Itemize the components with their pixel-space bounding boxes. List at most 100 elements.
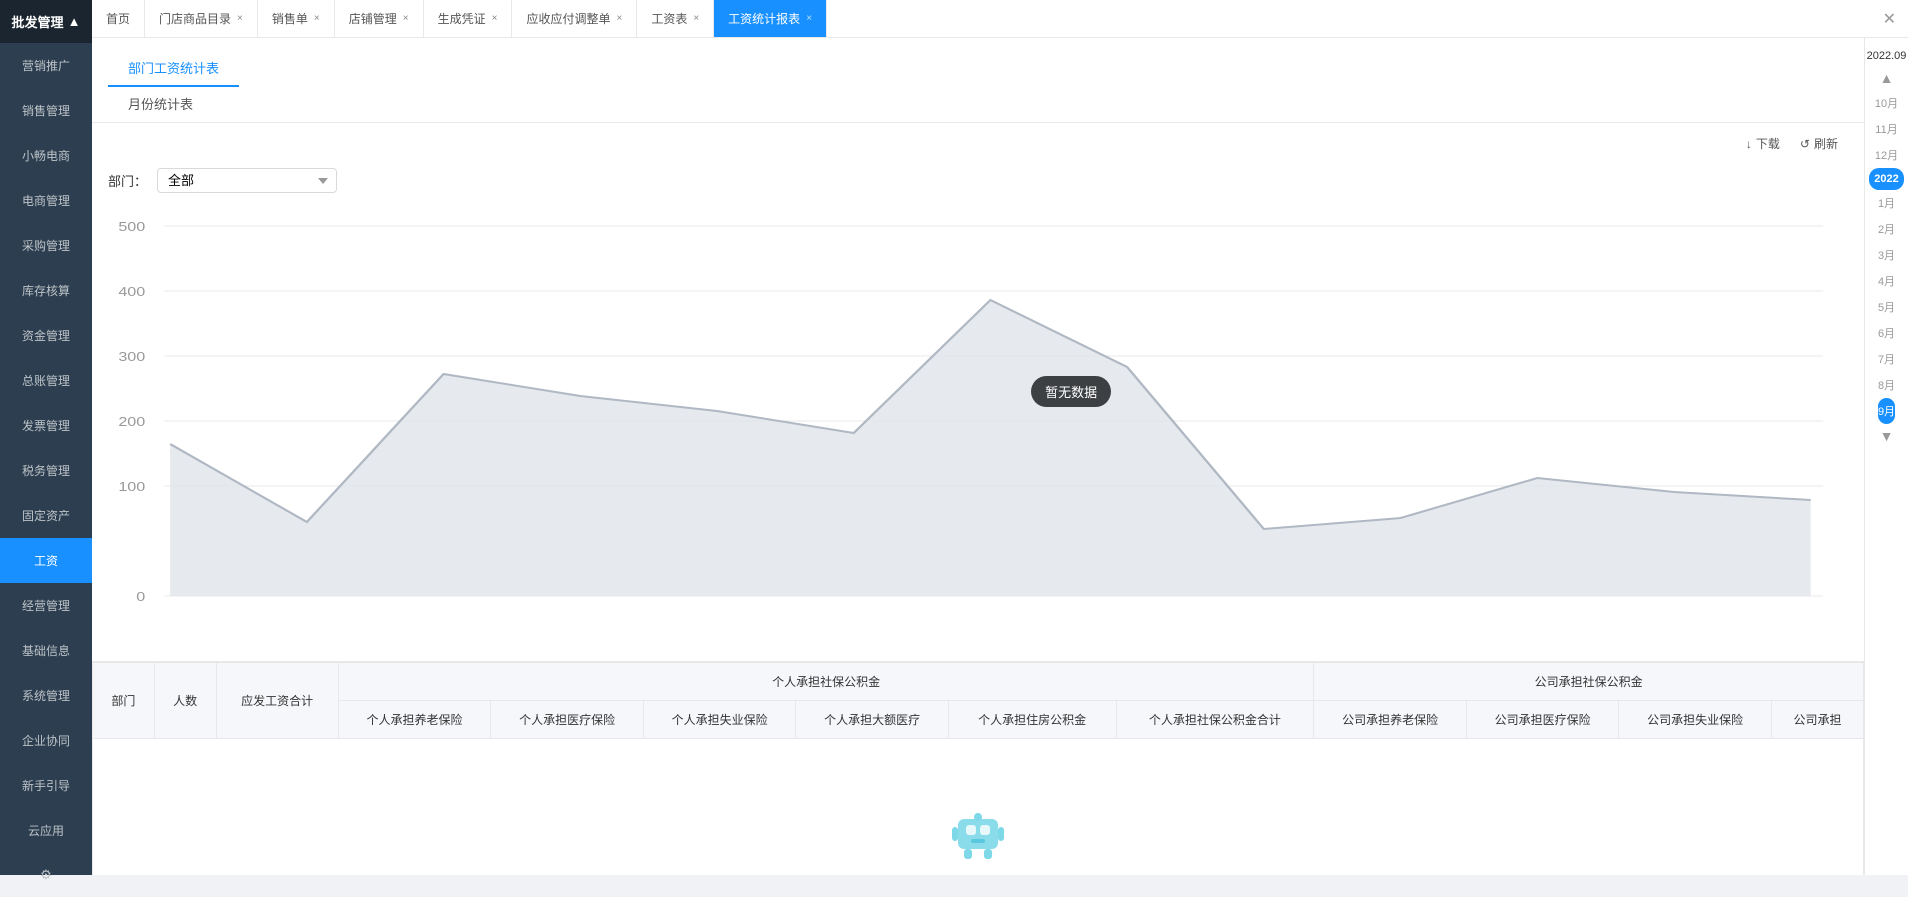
col-company-unemployment: 公司承担失业保险 (1619, 701, 1772, 739)
sidebar-toggle-icon: ▲ (68, 14, 81, 29)
sidebar-item-云应用[interactable]: 云应用 (0, 808, 92, 853)
tab-close-button[interactable]: × (237, 13, 243, 24)
tab-label: 店铺管理 (349, 10, 397, 27)
col-company-medical: 公司承担医疗保险 (1466, 701, 1619, 739)
timeline-item-4月[interactable]: 4月 (1874, 268, 1899, 294)
sidebar-item-营销推广[interactable]: 营销推广 (0, 43, 92, 88)
sidebar-item-新手引导[interactable]: 新手引导 (0, 763, 92, 808)
tab-工资表[interactable]: 工资表 × (637, 0, 714, 38)
dept-filter-label: 部门： (108, 171, 147, 190)
tab-首页[interactable]: 首页 (92, 0, 145, 38)
tab-应收应付调整单[interactable]: 应收应付调整单 × (512, 0, 637, 38)
timeline-item-9月[interactable]: 9月 (1878, 398, 1895, 424)
col-personal-total: 个人承担社保公积金合计 (1116, 701, 1314, 739)
tab-label: 销售单 (272, 10, 308, 27)
tab-close-button[interactable]: × (403, 13, 409, 24)
sub-tab-bar: 部门工资统计表月份统计表 (92, 38, 1864, 123)
timeline-item-12月[interactable]: 12月 (1875, 142, 1898, 168)
timeline-item-8月[interactable]: 8月 (1874, 372, 1899, 398)
filter-bar: 部门： 全部 (92, 164, 1864, 201)
sidebar-item-电商管理[interactable]: 电商管理 (0, 178, 92, 223)
toolbar: ↓ 下载 ↺ 刷新 (92, 123, 1864, 164)
tab-销售单[interactable]: 销售单 × (258, 0, 335, 38)
sidebar-item-固定资产[interactable]: 固定资产 (0, 493, 92, 538)
timeline-item-1月[interactable]: 1月 (1874, 190, 1899, 216)
sidebar-settings[interactable]: ⚙ (0, 853, 92, 897)
tab-label: 首页 (106, 10, 130, 27)
sidebar-item-资金管理[interactable]: 资金管理 (0, 313, 92, 358)
main-area: 首页门店商品目录×销售单×店铺管理×生成凭证×应收应付调整单×工资表×工资统计报… (92, 0, 1908, 875)
tab-close-button[interactable]: × (616, 13, 622, 24)
tab-close-button[interactable]: × (693, 13, 699, 24)
timeline-item-3月[interactable]: 3月 (1874, 242, 1899, 268)
data-table: 部门 人数 应发工资合计 个人承担社保公积金 公司承担社保公积金 个人承担养老保… (92, 662, 1864, 875)
refresh-icon: ↺ (1800, 137, 1810, 151)
timeline-item-11月[interactable]: 11月 (1875, 116, 1898, 142)
refresh-button[interactable]: ↺ 刷新 (1790, 131, 1848, 156)
col-dept: 部门 (93, 663, 155, 739)
sidebar-item-基础信息[interactable]: 基础信息 (0, 628, 92, 673)
sub-tab-月份统计表[interactable]: 月份统计表 (108, 86, 239, 123)
sidebar-title: 批发管理 (12, 12, 64, 31)
page-content: 部门工资统计表月份统计表 ↓ 下载 ↺ 刷新 部门： 全部 (92, 38, 1864, 875)
timeline-item-5月[interactable]: 5月 (1874, 294, 1899, 320)
tab-店铺管理[interactable]: 店铺管理 × (335, 0, 424, 38)
timeline-up-nav[interactable]: ▲ (1880, 66, 1894, 90)
sidebar-item-小畅电商[interactable]: 小畅电商 (0, 133, 92, 178)
tab-close-button[interactable]: × (806, 13, 812, 24)
tab-生成凭证[interactable]: 生成凭证 × (424, 0, 513, 38)
timeline-panel: 2022.09 ▲ 10月11月12月 2022 1月2月3月4月5月6月7月8… (1864, 38, 1908, 875)
tab-门店商品目录[interactable]: 门店商品目录 × (145, 0, 258, 38)
empty-state-row: 暂无数据 (93, 739, 1864, 876)
tab-close-button[interactable]: × (314, 13, 320, 24)
sidebar-item-系统管理[interactable]: 系统管理 (0, 673, 92, 718)
tab-label: 工资统计报表 (728, 10, 800, 27)
sidebar-item-库存核算[interactable]: 库存核算 (0, 268, 92, 313)
chart-area: 500 400 300 200 100 0 (92, 201, 1864, 661)
svg-text:0: 0 (136, 590, 145, 604)
sidebar-item-发票管理[interactable]: 发票管理 (0, 403, 92, 448)
timeline-item-6月[interactable]: 6月 (1874, 320, 1899, 346)
sidebar-item-销售管理[interactable]: 销售管理 (0, 88, 92, 133)
sidebar-item-经营管理[interactable]: 经营管理 (0, 583, 92, 628)
timeline-item-2月[interactable]: 2月 (1874, 216, 1899, 242)
tab-close-button[interactable]: × (492, 13, 498, 24)
svg-text:100: 100 (118, 480, 145, 494)
col-personal-major-medical: 个人承担大额医疗 (796, 701, 949, 739)
tab-label: 应收应付调整单 (526, 10, 610, 27)
sidebar-item-工资[interactable]: 工资 (0, 538, 92, 583)
chart-svg: 500 400 300 200 100 0 (108, 201, 1848, 641)
sidebar-item-税务管理[interactable]: 税务管理 (0, 448, 92, 493)
tab-label: 工资表 (651, 10, 687, 27)
content-area: 部门工资统计表月份统计表 ↓ 下载 ↺ 刷新 部门： 全部 (92, 38, 1908, 875)
sub-tab-部门工资统计表[interactable]: 部门工资统计表 (108, 50, 239, 87)
col-total-salary: 应发工资合计 (216, 663, 338, 739)
timeline-date: 2022.09 (1865, 46, 1908, 66)
timeline-year[interactable]: 2022 (1869, 168, 1904, 190)
col-personal-unemployment: 个人承担失业保险 (643, 701, 796, 739)
sidebar-header[interactable]: 批发管理 ▲ (0, 0, 92, 43)
col-company-other: 公司承担 (1771, 701, 1863, 739)
svg-text:400: 400 (118, 285, 145, 299)
dept-filter-select[interactable]: 全部 (157, 168, 337, 193)
download-icon: ↓ (1746, 137, 1752, 151)
tab-label: 门店商品目录 (159, 10, 231, 27)
timeline-down-nav[interactable]: ▼ (1880, 424, 1894, 448)
col-count: 人数 (154, 663, 216, 739)
col-personal-housing: 个人承担住房公积金 (948, 701, 1116, 739)
tab-bar: 首页门店商品目录×销售单×店铺管理×生成凭证×应收应付调整单×工资表×工资统计报… (92, 0, 1908, 38)
sidebar-item-总账管理[interactable]: 总账管理 (0, 358, 92, 403)
timeline-item-7月[interactable]: 7月 (1874, 346, 1899, 372)
close-all-tabs-button[interactable]: ✕ (1871, 9, 1908, 29)
sidebar-item-采购管理[interactable]: 采购管理 (0, 223, 92, 268)
sidebar-item-企业协同[interactable]: 企业协同 (0, 718, 92, 763)
tab-label: 生成凭证 (438, 10, 486, 27)
tab-工资统计报表[interactable]: 工资统计报表 × (714, 0, 827, 38)
timeline-item-10月[interactable]: 10月 (1875, 90, 1898, 116)
svg-text:500: 500 (118, 220, 145, 234)
col-personal-pension: 个人承担养老保险 (338, 701, 491, 739)
col-company-group: 公司承担社保公积金 (1314, 663, 1864, 701)
sidebar: 批发管理 ▲ 营销推广销售管理小畅电商电商管理采购管理库存核算资金管理总账管理发… (0, 0, 92, 875)
table-area[interactable]: 部门 人数 应发工资合计 个人承担社保公积金 公司承担社保公积金 个人承担养老保… (92, 661, 1864, 875)
download-button[interactable]: ↓ 下载 (1736, 131, 1790, 156)
